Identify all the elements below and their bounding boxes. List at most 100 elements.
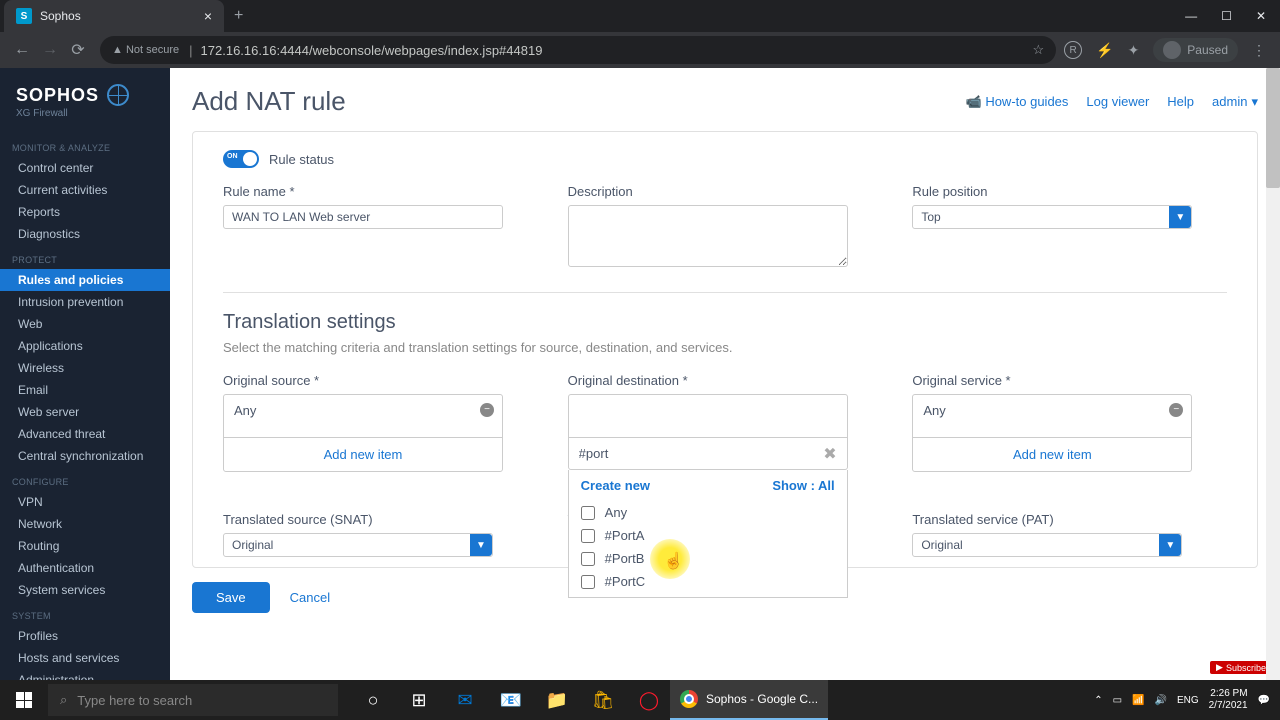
sidebar-item-web[interactable]: Web xyxy=(0,313,170,335)
reload-button[interactable]: ⟳ xyxy=(64,40,92,60)
trans-source-dropdown[interactable]: Original▼ xyxy=(223,533,493,557)
window-controls: — ☐ ✕ xyxy=(1185,9,1280,23)
product-name: XG Firewall xyxy=(16,108,154,119)
opera-icon[interactable]: ◯ xyxy=(628,680,670,720)
outlook-icon[interactable]: 📧 xyxy=(490,680,532,720)
sidebar-item-reports[interactable]: Reports xyxy=(0,201,170,223)
sidebar-item-applications[interactable]: Applications xyxy=(0,335,170,357)
rule-position-dropdown[interactable]: Top ▼ xyxy=(912,205,1192,229)
extension-r-icon[interactable]: R xyxy=(1064,41,1082,59)
sidebar-item-system-services[interactable]: System services xyxy=(0,579,170,601)
url-text: 172.16.16.16:4444/webconsole/webpages/in… xyxy=(201,43,543,58)
sidebar-item-diagnostics[interactable]: Diagnostics xyxy=(0,223,170,245)
sidebar-item-rules-and-policies[interactable]: Rules and policies xyxy=(0,269,170,291)
mail-icon[interactable]: ✉ xyxy=(444,680,486,720)
avatar-icon xyxy=(1163,41,1181,59)
battery-icon[interactable]: ▭ xyxy=(1113,695,1122,706)
url-text: | xyxy=(189,43,192,58)
dest-option[interactable]: #PortB xyxy=(569,547,847,570)
orig-service-select[interactable]: Any− Add new item xyxy=(912,394,1192,472)
globe-icon xyxy=(107,84,129,106)
sidebar-item-wireless[interactable]: Wireless xyxy=(0,357,170,379)
dest-option[interactable]: #PortC xyxy=(569,570,847,597)
orig-source-select[interactable]: Any− Add new item xyxy=(223,394,503,472)
close-window-icon[interactable]: ✕ xyxy=(1256,9,1266,23)
dest-search-input[interactable] xyxy=(579,446,824,461)
tab-title: Sophos xyxy=(40,9,196,23)
wifi-icon[interactable]: 📶 xyxy=(1132,695,1144,706)
dest-option[interactable]: #PortA xyxy=(569,524,847,547)
new-tab-button[interactable]: + xyxy=(234,7,243,25)
sidebar-item-central-synchronization[interactable]: Central synchronization xyxy=(0,445,170,467)
option-checkbox[interactable] xyxy=(581,529,595,543)
taskbar-search[interactable]: ⌕Type here to search xyxy=(48,684,338,716)
rule-status-toggle[interactable]: ON xyxy=(223,150,259,168)
browser-tab[interactable]: S Sophos × xyxy=(4,0,224,32)
cortana-icon[interactable]: ○ xyxy=(352,680,394,720)
how-to-guides-link[interactable]: 📹 How-to guides xyxy=(966,94,1069,110)
show-all-link[interactable]: Show : All xyxy=(772,478,834,493)
option-checkbox[interactable] xyxy=(581,552,595,566)
rule-name-input[interactable] xyxy=(223,205,503,229)
maximize-icon[interactable]: ☐ xyxy=(1221,9,1232,23)
sidebar-item-administration[interactable]: Administration xyxy=(0,669,170,680)
dest-option[interactable]: Any xyxy=(569,501,847,524)
orig-dest-label: Original destination * xyxy=(568,373,883,388)
cancel-button[interactable]: Cancel xyxy=(290,590,330,605)
description-input[interactable] xyxy=(568,205,848,267)
sidebar-item-network[interactable]: Network xyxy=(0,513,170,535)
minimize-icon[interactable]: — xyxy=(1185,9,1197,23)
scrollbar[interactable] xyxy=(1266,68,1280,680)
sidebar-item-web-server[interactable]: Web server xyxy=(0,401,170,423)
sidebar-item-routing[interactable]: Routing xyxy=(0,535,170,557)
chevron-down-icon: ▼ xyxy=(1169,206,1191,228)
url-input[interactable]: ▲ Not secure | 172.16.16.16:4444/webcons… xyxy=(100,36,1056,64)
notifications-icon[interactable]: 💬 xyxy=(1258,695,1270,706)
clear-search-icon[interactable]: ✖ xyxy=(823,444,836,464)
sidebar-item-vpn[interactable]: VPN xyxy=(0,491,170,513)
sidebar-item-authentication[interactable]: Authentication xyxy=(0,557,170,579)
lang-indicator[interactable]: ENG xyxy=(1177,695,1199,706)
security-warning: ▲ Not secure xyxy=(112,44,179,56)
remove-tag-icon[interactable]: − xyxy=(1169,403,1183,417)
sidebar-item-hosts-and-services[interactable]: Hosts and services xyxy=(0,647,170,669)
trans-service-dropdown[interactable]: Original▼ xyxy=(912,533,1182,557)
subscribe-badge[interactable]: ▶ Subscribe xyxy=(1210,661,1272,674)
profile-paused[interactable]: Paused xyxy=(1153,38,1238,62)
extension-bolt-icon[interactable]: ⚡ xyxy=(1096,42,1113,59)
tray-chevron-icon[interactable]: ⌃ xyxy=(1094,695,1102,706)
create-new-link[interactable]: Create new xyxy=(581,478,650,493)
sidebar-item-advanced-threat[interactable]: Advanced threat xyxy=(0,423,170,445)
orig-dest-select[interactable]: ✖ xyxy=(568,394,848,470)
menu-icon[interactable]: ⋮ xyxy=(1252,42,1266,59)
remove-tag-icon[interactable]: − xyxy=(480,403,494,417)
star-icon[interactable]: ☆ xyxy=(1032,42,1044,58)
clock[interactable]: 2:26 PM2/7/2021 xyxy=(1209,688,1248,712)
option-checkbox[interactable] xyxy=(581,575,595,589)
chrome-app-task[interactable]: Sophos - Google C... xyxy=(670,680,828,720)
sidebar-item-current-activities[interactable]: Current activities xyxy=(0,179,170,201)
sidebar-item-profiles[interactable]: Profiles xyxy=(0,625,170,647)
rule-position-label: Rule position xyxy=(912,184,1227,199)
log-viewer-link[interactable]: Log viewer xyxy=(1086,94,1149,109)
save-button[interactable]: Save xyxy=(192,582,270,613)
option-checkbox[interactable] xyxy=(581,506,595,520)
volume-icon[interactable]: 🔊 xyxy=(1154,695,1166,706)
help-link[interactable]: Help xyxy=(1167,94,1194,109)
store-icon[interactable]: 🛍 xyxy=(582,680,624,720)
add-new-item-button[interactable]: Add new item xyxy=(224,437,502,471)
sidebar-item-control-center[interactable]: Control center xyxy=(0,157,170,179)
extensions-icon[interactable]: ✦ xyxy=(1128,42,1140,59)
task-view-icon[interactable]: ⊞ xyxy=(398,680,440,720)
file-explorer-icon[interactable]: 📁 xyxy=(536,680,578,720)
sidebar-item-intrusion-prevention[interactable]: Intrusion prevention xyxy=(0,291,170,313)
forward-button[interactable]: → xyxy=(36,41,64,59)
sidebar-item-email[interactable]: Email xyxy=(0,379,170,401)
close-tab-icon[interactable]: × xyxy=(204,8,212,24)
back-button[interactable]: ← xyxy=(8,41,36,59)
admin-menu[interactable]: admin ▾ xyxy=(1212,94,1258,110)
add-new-item-button[interactable]: Add new item xyxy=(913,437,1191,471)
sidebar-group-title: MONITOR & ANALYZE xyxy=(0,133,170,157)
start-button[interactable] xyxy=(0,680,48,720)
sidebar-group-title: CONFIGURE xyxy=(0,467,170,491)
